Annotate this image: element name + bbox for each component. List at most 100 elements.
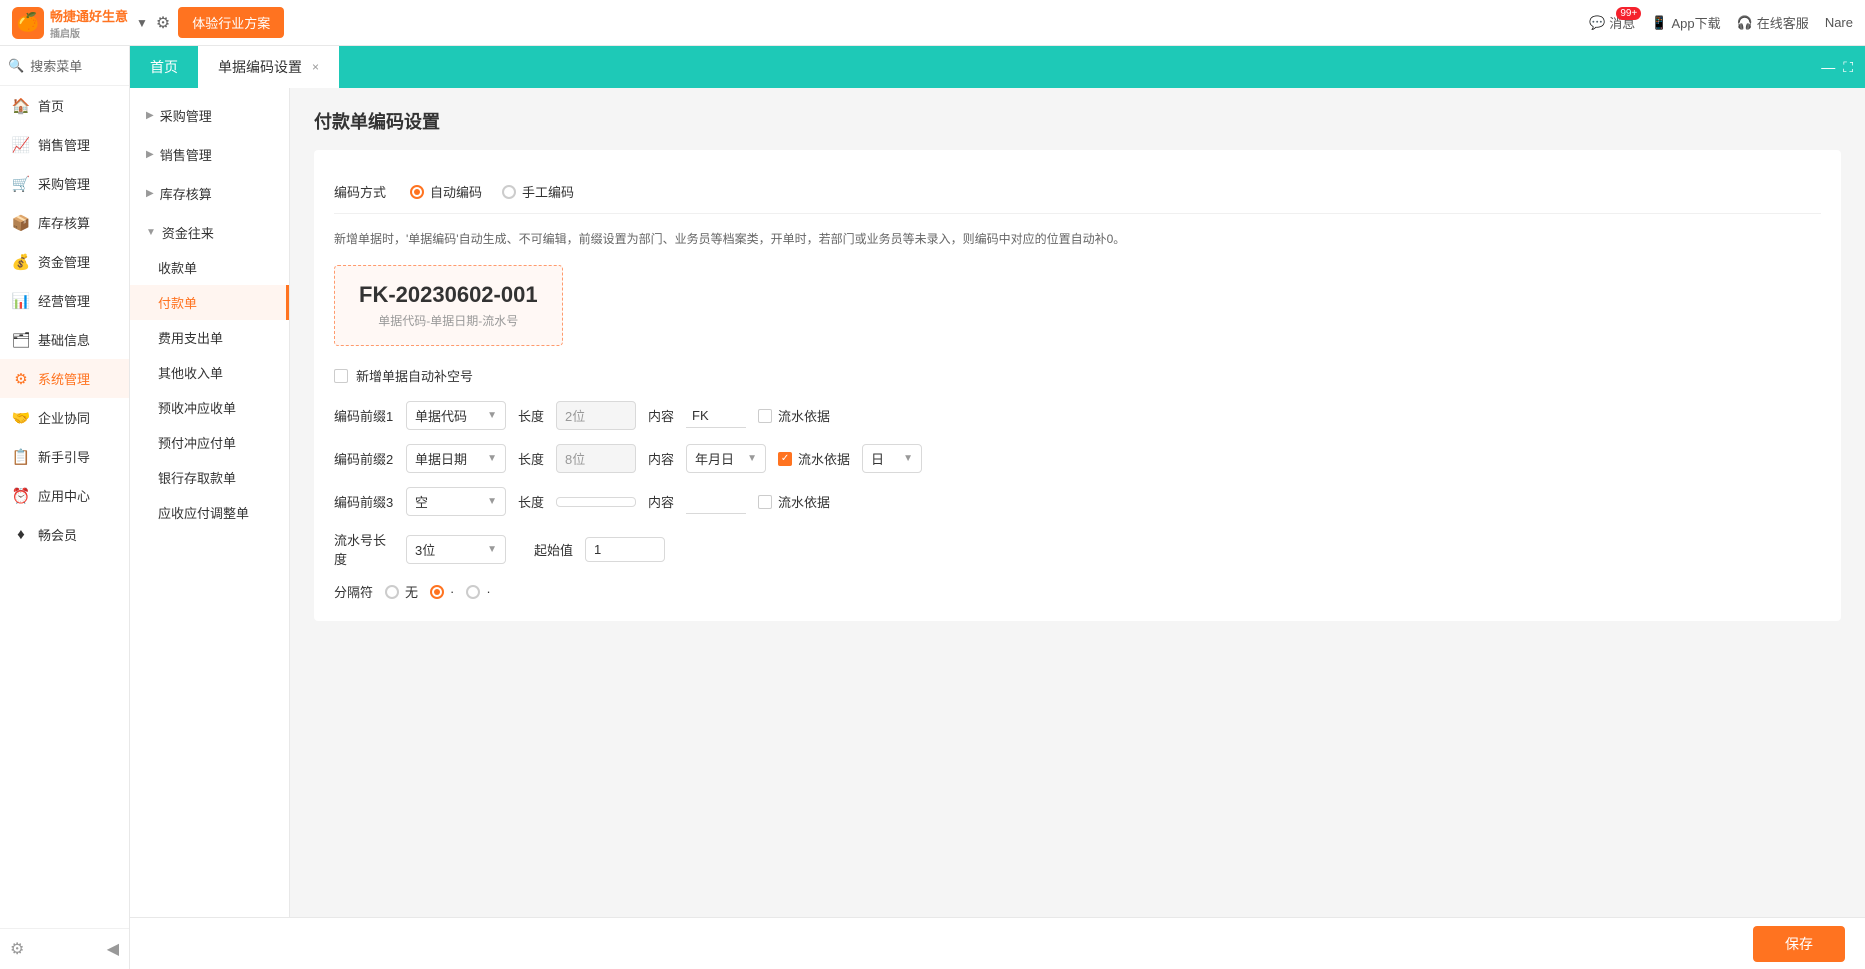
- separator-label: 分隔符: [334, 582, 373, 601]
- sidebar-item-operations-label: 经营管理: [38, 291, 90, 310]
- brand-icon: 🍊: [12, 7, 44, 39]
- sidebar-item-app-center[interactable]: ⏰ 应用中心: [0, 476, 129, 515]
- headset-icon: 🎧: [1737, 15, 1753, 31]
- sub-nav-item-advance-recv[interactable]: 预收冲应收单: [130, 390, 289, 425]
- form-row-prefix2: 编码前缀2 单据日期 ▼ 长度 8位 内容 年月日 ▼: [334, 444, 1821, 473]
- sub-nav-group-sales: ▶ 销售管理: [130, 137, 289, 172]
- brand-sub: 插启版: [50, 25, 128, 40]
- sub-nav-group-inventory-title[interactable]: ▶ 库存核算: [130, 176, 289, 211]
- tab-close-icon[interactable]: ×: [312, 60, 319, 74]
- sep-radio-dot[interactable]: ·: [430, 584, 454, 599]
- sidebar-bottom: ⚙ ◀: [0, 928, 129, 969]
- radio-manual-encoding[interactable]: 手工编码: [502, 182, 574, 201]
- serial-length-select[interactable]: 3位 ▼: [406, 535, 506, 564]
- sidebar-item-home[interactable]: 🏠 首页: [0, 86, 129, 125]
- content2-select[interactable]: 年月日 ▼: [686, 444, 766, 473]
- sub-nav-group-purchase-title[interactable]: ▶ 采购管理: [130, 98, 289, 133]
- top-bar-left: 🍊 畅捷通好生意 插启版 ▼ ⚙ 体验行业方案: [12, 6, 1589, 40]
- prefix3-value: 空: [415, 492, 428, 511]
- tab-home-label: 首页: [150, 57, 178, 77]
- sidebar-search[interactable]: 🔍 搜索菜单: [0, 46, 129, 86]
- sidebar-item-purchase[interactable]: 🛒 采购管理: [0, 164, 129, 203]
- tab-minimize-btn[interactable]: —: [1821, 59, 1835, 75]
- radio-auto-label: 自动编码: [430, 182, 482, 201]
- sub-nav-item-advance-pay[interactable]: 预付冲应付单: [130, 425, 289, 460]
- page-title: 付款单编码设置: [314, 108, 1841, 134]
- prefix1-arrow-icon: ▼: [487, 410, 497, 421]
- start-value-input[interactable]: [585, 537, 665, 562]
- user-info[interactable]: Nare: [1825, 15, 1853, 30]
- length2-label: 长度: [518, 449, 544, 468]
- dropdown-arrow-btn[interactable]: ▼: [136, 16, 148, 30]
- sub-nav-item-expense[interactable]: 费用支出单: [130, 320, 289, 355]
- form-row-serial: 流水号长度 3位 ▼ 起始值: [334, 530, 1821, 568]
- app-download-label: App下载: [1671, 13, 1720, 32]
- online-service-wrap[interactable]: 🎧 在线客服: [1737, 13, 1809, 32]
- tab-encoding[interactable]: 单据编码设置 ×: [198, 46, 339, 88]
- content3-input[interactable]: [686, 490, 746, 514]
- prefix2-select[interactable]: 单据日期 ▼: [406, 444, 506, 473]
- prefix2-value: 单据日期: [415, 449, 467, 468]
- sidebar-item-operations[interactable]: 📊 经营管理: [0, 281, 129, 320]
- save-button[interactable]: 保存: [1753, 926, 1845, 962]
- sales-icon: 📈: [12, 136, 30, 154]
- serial-length-value: 3位: [415, 540, 435, 559]
- sidebar-item-finance-label: 资金管理: [38, 252, 90, 271]
- prefix3-select[interactable]: 空 ▼: [406, 487, 506, 516]
- serial2-unit-value: 日: [871, 449, 884, 468]
- serial3-checkbox[interactable]: [758, 495, 772, 509]
- content2-arrow-icon: ▼: [747, 453, 757, 464]
- sidebar-item-member[interactable]: ♦ 畅会员: [0, 515, 129, 554]
- brand-name: 畅捷通好生意: [50, 6, 128, 25]
- content1-input[interactable]: [686, 404, 746, 428]
- sidebar-item-inventory[interactable]: 📦 库存核算: [0, 203, 129, 242]
- sidebar-item-finance[interactable]: 💰 资金管理: [0, 242, 129, 281]
- tab-expand-btn[interactable]: ⛶: [1843, 59, 1853, 76]
- content-with-sub-sidebar: ▶ 采购管理 ▶ 销售管理 ▶ 库存核算: [130, 88, 1865, 917]
- sub-nav-group-funds-title[interactable]: ▼ 资金往来: [130, 215, 289, 250]
- trial-btn[interactable]: 体验行业方案: [178, 7, 284, 38]
- sidebar-item-sales[interactable]: 📈 销售管理: [0, 125, 129, 164]
- length1-label: 长度: [518, 406, 544, 425]
- sidebar-item-system[interactable]: ⚙ 系统管理: [0, 359, 129, 398]
- serial2-checkbox[interactable]: ✓: [778, 452, 792, 466]
- chevron-right-icon-2: ▶: [146, 149, 154, 160]
- serial2-unit-select[interactable]: 日 ▼: [862, 444, 922, 473]
- radio-auto-encoding[interactable]: 自动编码: [410, 182, 482, 201]
- tab-home[interactable]: 首页: [130, 46, 198, 88]
- sidebar-item-member-label: 畅会员: [38, 525, 77, 544]
- sub-nav-item-payment[interactable]: 付款单: [130, 285, 289, 320]
- length2-input: 8位: [556, 444, 636, 473]
- app-download-wrap[interactable]: 📱 App下载: [1651, 13, 1720, 32]
- settings-gear-btn[interactable]: ⚙: [156, 13, 170, 33]
- sub-nav-group-sales-title[interactable]: ▶ 销售管理: [130, 137, 289, 172]
- serial1-checkbox[interactable]: [758, 409, 772, 423]
- search-icon: 🔍: [8, 58, 24, 74]
- sub-nav-item-other-income[interactable]: 其他收入单: [130, 355, 289, 390]
- sub-nav-item-bank[interactable]: 银行存取款单: [130, 460, 289, 495]
- sub-nav-item-ar-ap[interactable]: 应收应付调整单: [130, 495, 289, 530]
- info-text: 新增单据时，'单据编码'自动生成、不可编辑，前缀设置为部门、业务员等档案类，开单…: [334, 230, 1821, 249]
- auto-fill-checkbox[interactable]: [334, 369, 348, 383]
- sidebar: 🔍 搜索菜单 🏠 首页 📈 销售管理 🛒 采购管理 📦 库存核算 💰 资金管理 …: [0, 46, 130, 969]
- bottom-bar: 保存: [130, 917, 1865, 969]
- sep-radio-dot2[interactable]: ·: [466, 584, 490, 599]
- sep-dot-dot: [430, 585, 444, 599]
- sep-radio-none[interactable]: 无: [385, 582, 418, 601]
- message-badge-wrap[interactable]: 💬 消息 99+: [1589, 13, 1635, 32]
- message-count: 99+: [1616, 7, 1641, 20]
- top-bar-controls: ▼ ⚙ 体验行业方案: [136, 7, 284, 38]
- member-icon: ♦: [12, 526, 30, 544]
- guide-icon: 📋: [12, 448, 30, 466]
- content2-label: 内容: [648, 449, 674, 468]
- sep-dot-none: [385, 585, 399, 599]
- search-label: 搜索菜单: [30, 56, 82, 75]
- top-bar: 🍊 畅捷通好生意 插启版 ▼ ⚙ 体验行业方案 💬 消息 99+ 📱 App下载…: [0, 0, 1865, 46]
- bottom-gear-btn[interactable]: ⚙: [10, 939, 24, 959]
- sub-nav-item-receipt[interactable]: 收款单: [130, 250, 289, 285]
- bottom-collapse-btn[interactable]: ◀: [107, 939, 119, 959]
- sidebar-item-enterprise[interactable]: 🤝 企业协同: [0, 398, 129, 437]
- sidebar-item-guide[interactable]: 📋 新手引导: [0, 437, 129, 476]
- prefix1-select[interactable]: 单据代码 ▼: [406, 401, 506, 430]
- sidebar-item-basic-info[interactable]: 🗂 基础信息: [0, 320, 129, 359]
